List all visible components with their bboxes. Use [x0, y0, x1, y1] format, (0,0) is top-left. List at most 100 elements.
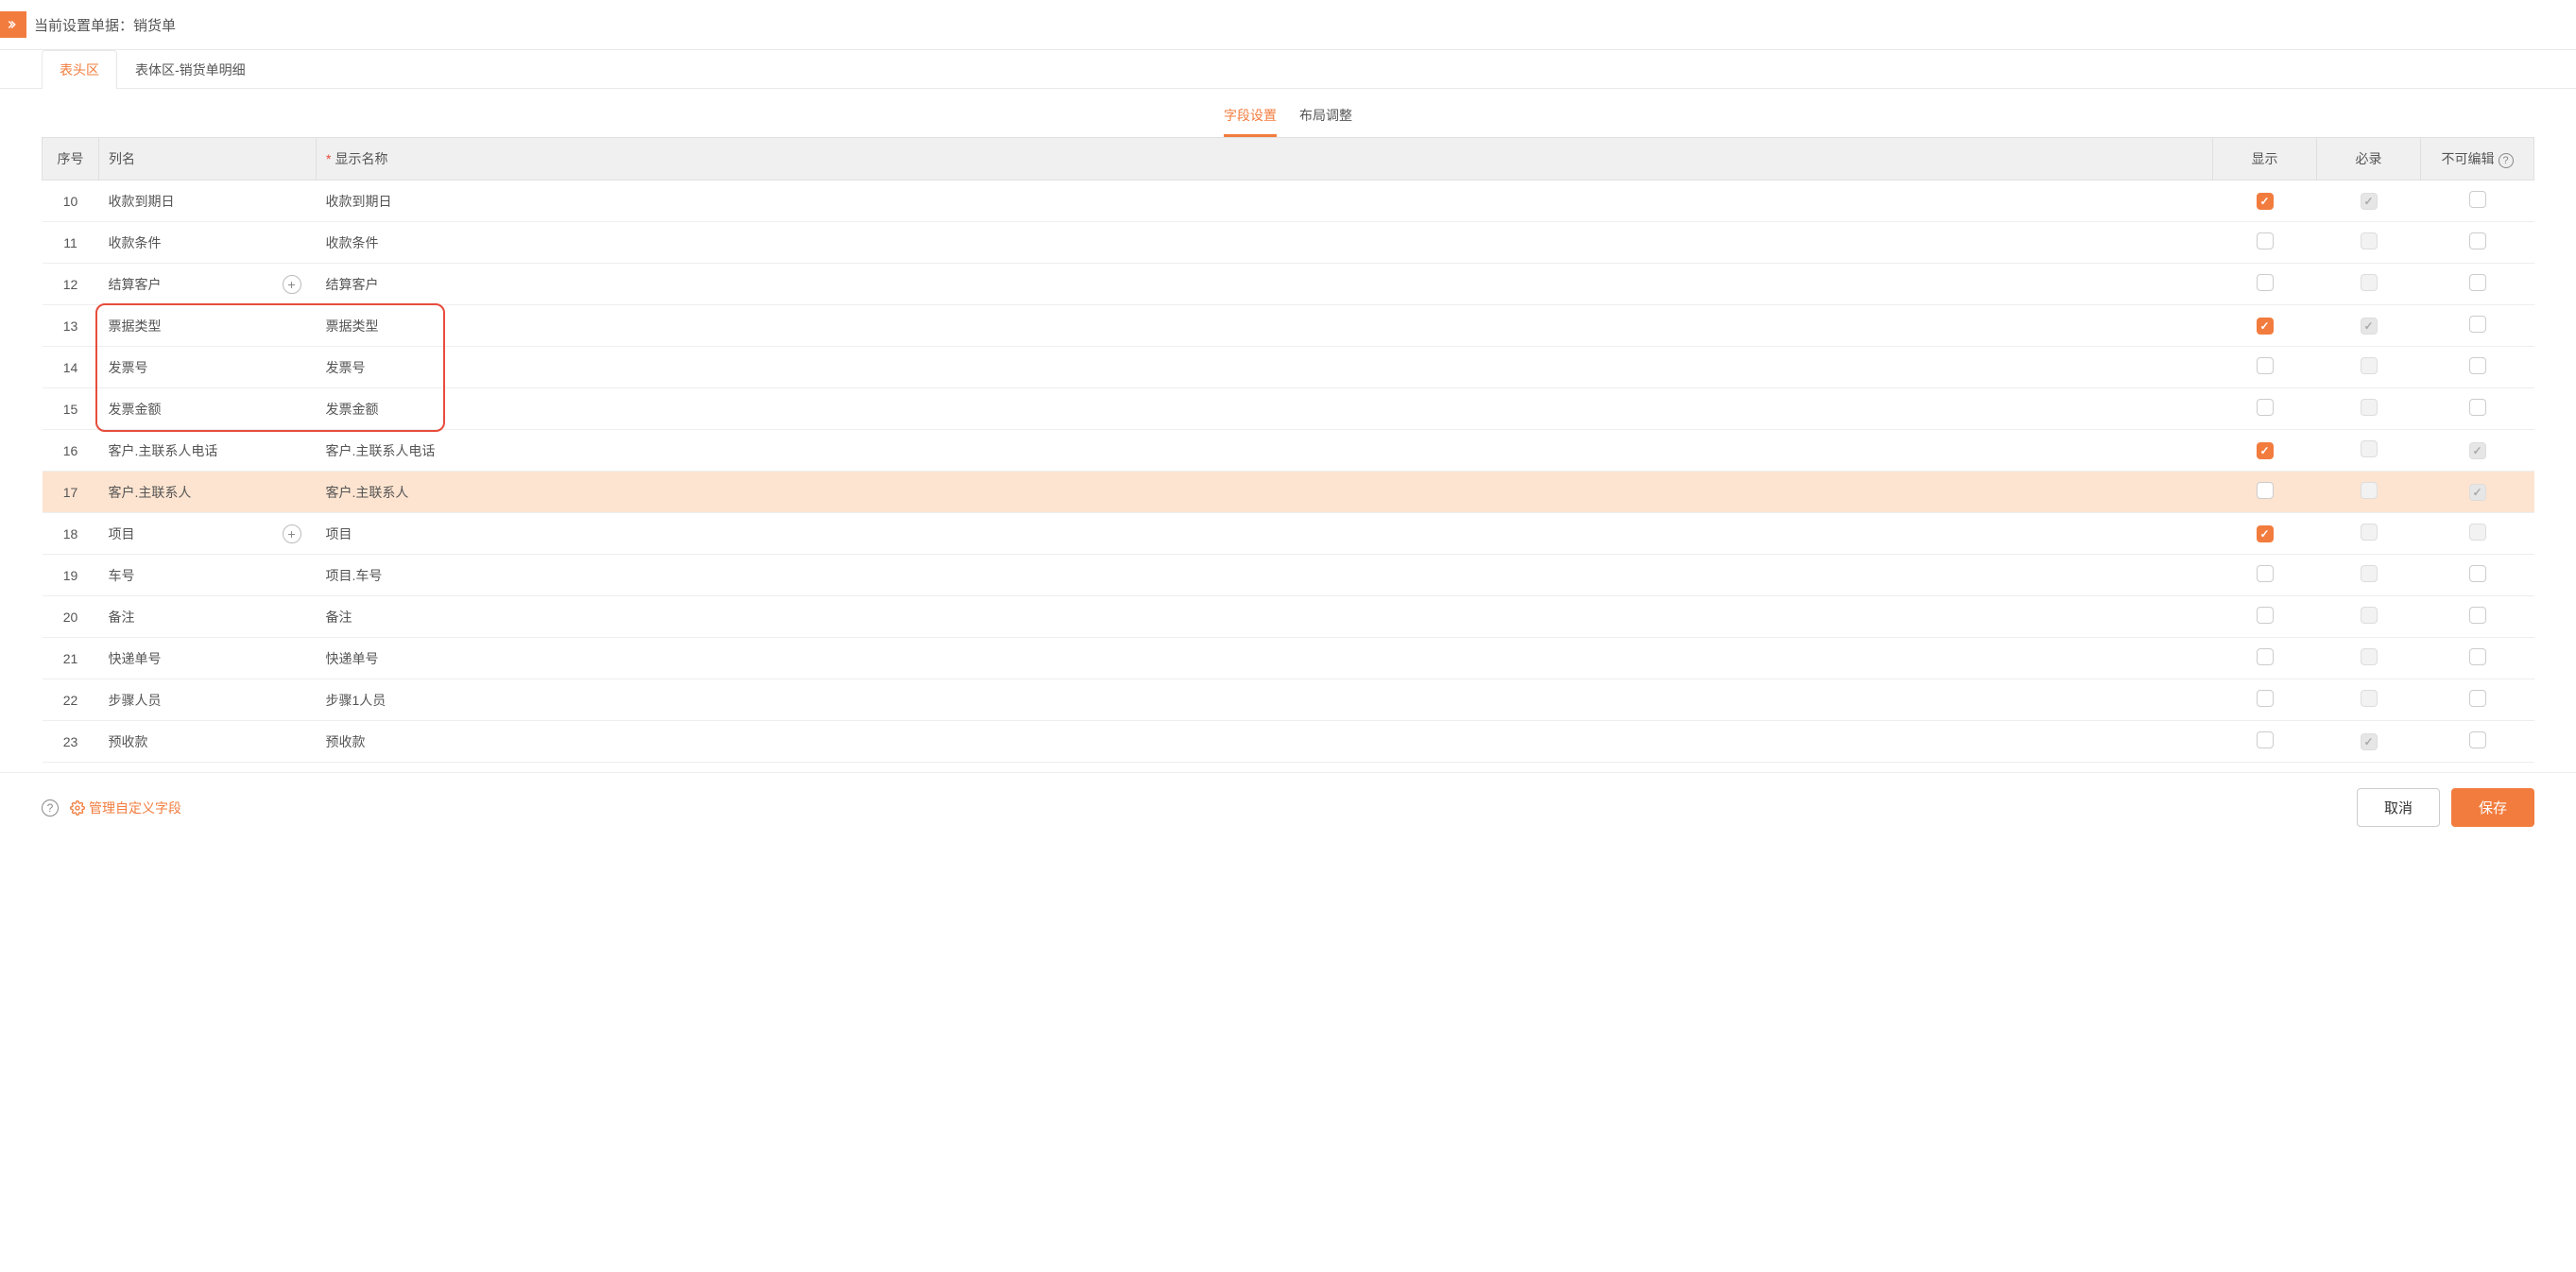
- checkbox[interactable]: [2469, 274, 2486, 291]
- cell-display-name[interactable]: 预收款: [317, 721, 2213, 763]
- checkbox: [2361, 318, 2378, 335]
- sidebar-toggle-button[interactable]: [0, 11, 26, 38]
- plus-icon[interactable]: +: [283, 275, 301, 294]
- cell-display-name[interactable]: 票据类型: [317, 305, 2213, 347]
- table-row[interactable]: 20备注备注: [43, 596, 2534, 638]
- checkbox: [2469, 442, 2486, 459]
- cell-required: [2317, 264, 2421, 305]
- cell-colname: 客户.主联系人: [99, 472, 317, 513]
- table-row[interactable]: 11收款条件收款条件: [43, 222, 2534, 264]
- checkbox[interactable]: [2469, 565, 2486, 582]
- checkbox[interactable]: [2257, 399, 2274, 416]
- cell-display-name[interactable]: 发票金额: [317, 388, 2213, 430]
- table-row[interactable]: 10收款到期日收款到期日: [43, 180, 2534, 222]
- cell-readonly: [2421, 347, 2534, 388]
- cell-readonly: [2421, 679, 2534, 721]
- checkbox[interactable]: [2469, 399, 2486, 416]
- plus-icon[interactable]: +: [283, 524, 301, 543]
- cell-show: [2213, 305, 2317, 347]
- checkbox[interactable]: [2257, 731, 2274, 748]
- col-display: *显示名称: [317, 138, 2213, 180]
- outer-tab[interactable]: 表体区-销货单明细: [117, 50, 264, 89]
- inner-tab[interactable]: 字段设置: [1224, 106, 1277, 137]
- checkbox[interactable]: [2257, 232, 2274, 249]
- table-row[interactable]: 15发票金额发票金额: [43, 388, 2534, 430]
- checkbox[interactable]: [2257, 442, 2274, 459]
- checkbox[interactable]: [2469, 191, 2486, 208]
- help-icon[interactable]: ?: [42, 799, 59, 816]
- checkbox[interactable]: [2469, 357, 2486, 374]
- checkbox[interactable]: [2257, 565, 2274, 582]
- cell-display-name[interactable]: 结算客户: [317, 264, 2213, 305]
- checkbox: [2361, 274, 2378, 291]
- checkbox[interactable]: [2469, 607, 2486, 624]
- cell-display-name[interactable]: 步骤1人员: [317, 679, 2213, 721]
- cell-display-name[interactable]: 客户.主联系人电话: [317, 430, 2213, 472]
- cell-display-name[interactable]: 发票号: [317, 347, 2213, 388]
- cell-display-name[interactable]: 收款到期日: [317, 180, 2213, 222]
- cell-required: [2317, 430, 2421, 472]
- checkbox[interactable]: [2257, 648, 2274, 665]
- outer-tab[interactable]: 表头区: [42, 50, 117, 89]
- checkbox: [2361, 440, 2378, 457]
- cell-display-name[interactable]: 项目.车号: [317, 555, 2213, 596]
- cell-display-name[interactable]: 项目: [317, 513, 2213, 555]
- cell-required: [2317, 222, 2421, 264]
- checkbox[interactable]: [2469, 690, 2486, 707]
- cell-show: [2213, 388, 2317, 430]
- checkbox[interactable]: [2257, 690, 2274, 707]
- cell-show: [2213, 430, 2317, 472]
- cell-required: [2317, 180, 2421, 222]
- checkbox[interactable]: [2469, 648, 2486, 665]
- checkbox[interactable]: [2257, 525, 2274, 542]
- table-row[interactable]: 22步骤人员步骤1人员: [43, 679, 2534, 721]
- table-row[interactable]: 18项目+项目: [43, 513, 2534, 555]
- cell-show: [2213, 513, 2317, 555]
- cell-display-name[interactable]: 收款条件: [317, 222, 2213, 264]
- cell-readonly: [2421, 305, 2534, 347]
- checkbox[interactable]: [2469, 232, 2486, 249]
- header-bar: 当前设置单据：销货单: [0, 0, 2576, 50]
- cancel-button[interactable]: 取消: [2357, 788, 2440, 827]
- cell-colname: 收款到期日: [99, 180, 317, 222]
- checkbox: [2361, 733, 2378, 750]
- table-row[interactable]: 19车号项目.车号: [43, 555, 2534, 596]
- cell-colname: 发票金额: [99, 388, 317, 430]
- checkbox[interactable]: [2469, 316, 2486, 333]
- cell-show: [2213, 180, 2317, 222]
- cell-seq: 13: [43, 305, 99, 347]
- checkbox[interactable]: [2257, 482, 2274, 499]
- checkbox: [2361, 607, 2378, 624]
- table-row[interactable]: 17客户.主联系人客户.主联系人: [43, 472, 2534, 513]
- table-row[interactable]: 16客户.主联系人电话客户.主联系人电话: [43, 430, 2534, 472]
- table-row[interactable]: 21快递单号快递单号: [43, 638, 2534, 679]
- cell-readonly: [2421, 264, 2534, 305]
- col-show: 显示: [2213, 138, 2317, 180]
- cell-required: [2317, 347, 2421, 388]
- cell-colname: 发票号: [99, 347, 317, 388]
- checkbox[interactable]: [2257, 318, 2274, 335]
- manage-custom-fields-link[interactable]: 管理自定义字段: [70, 799, 181, 817]
- save-button[interactable]: 保存: [2451, 788, 2534, 827]
- checkbox[interactable]: [2257, 274, 2274, 291]
- table-row[interactable]: 12结算客户+结算客户: [43, 264, 2534, 305]
- cell-seq: 10: [43, 180, 99, 222]
- table-row[interactable]: 14发票号发票号: [43, 347, 2534, 388]
- cell-display-name[interactable]: 备注: [317, 596, 2213, 638]
- help-icon[interactable]: ?: [2499, 153, 2514, 168]
- table-row[interactable]: 23预收款预收款: [43, 721, 2534, 763]
- cell-colname: 结算客户+: [99, 264, 317, 305]
- cell-display-name[interactable]: 客户.主联系人: [317, 472, 2213, 513]
- checkbox[interactable]: [2257, 357, 2274, 374]
- checkbox[interactable]: [2257, 193, 2274, 210]
- col-name: 列名: [99, 138, 317, 180]
- checkbox[interactable]: [2257, 607, 2274, 624]
- cell-seq: 14: [43, 347, 99, 388]
- table-row[interactable]: 13票据类型票据类型: [43, 305, 2534, 347]
- cell-colname: 项目+: [99, 513, 317, 555]
- cell-seq: 17: [43, 472, 99, 513]
- checkbox[interactable]: [2469, 731, 2486, 748]
- inner-tab[interactable]: 布局调整: [1299, 106, 1352, 137]
- cell-display-name[interactable]: 快递单号: [317, 638, 2213, 679]
- footer-bar: ? 管理自定义字段 取消 保存: [0, 772, 2576, 842]
